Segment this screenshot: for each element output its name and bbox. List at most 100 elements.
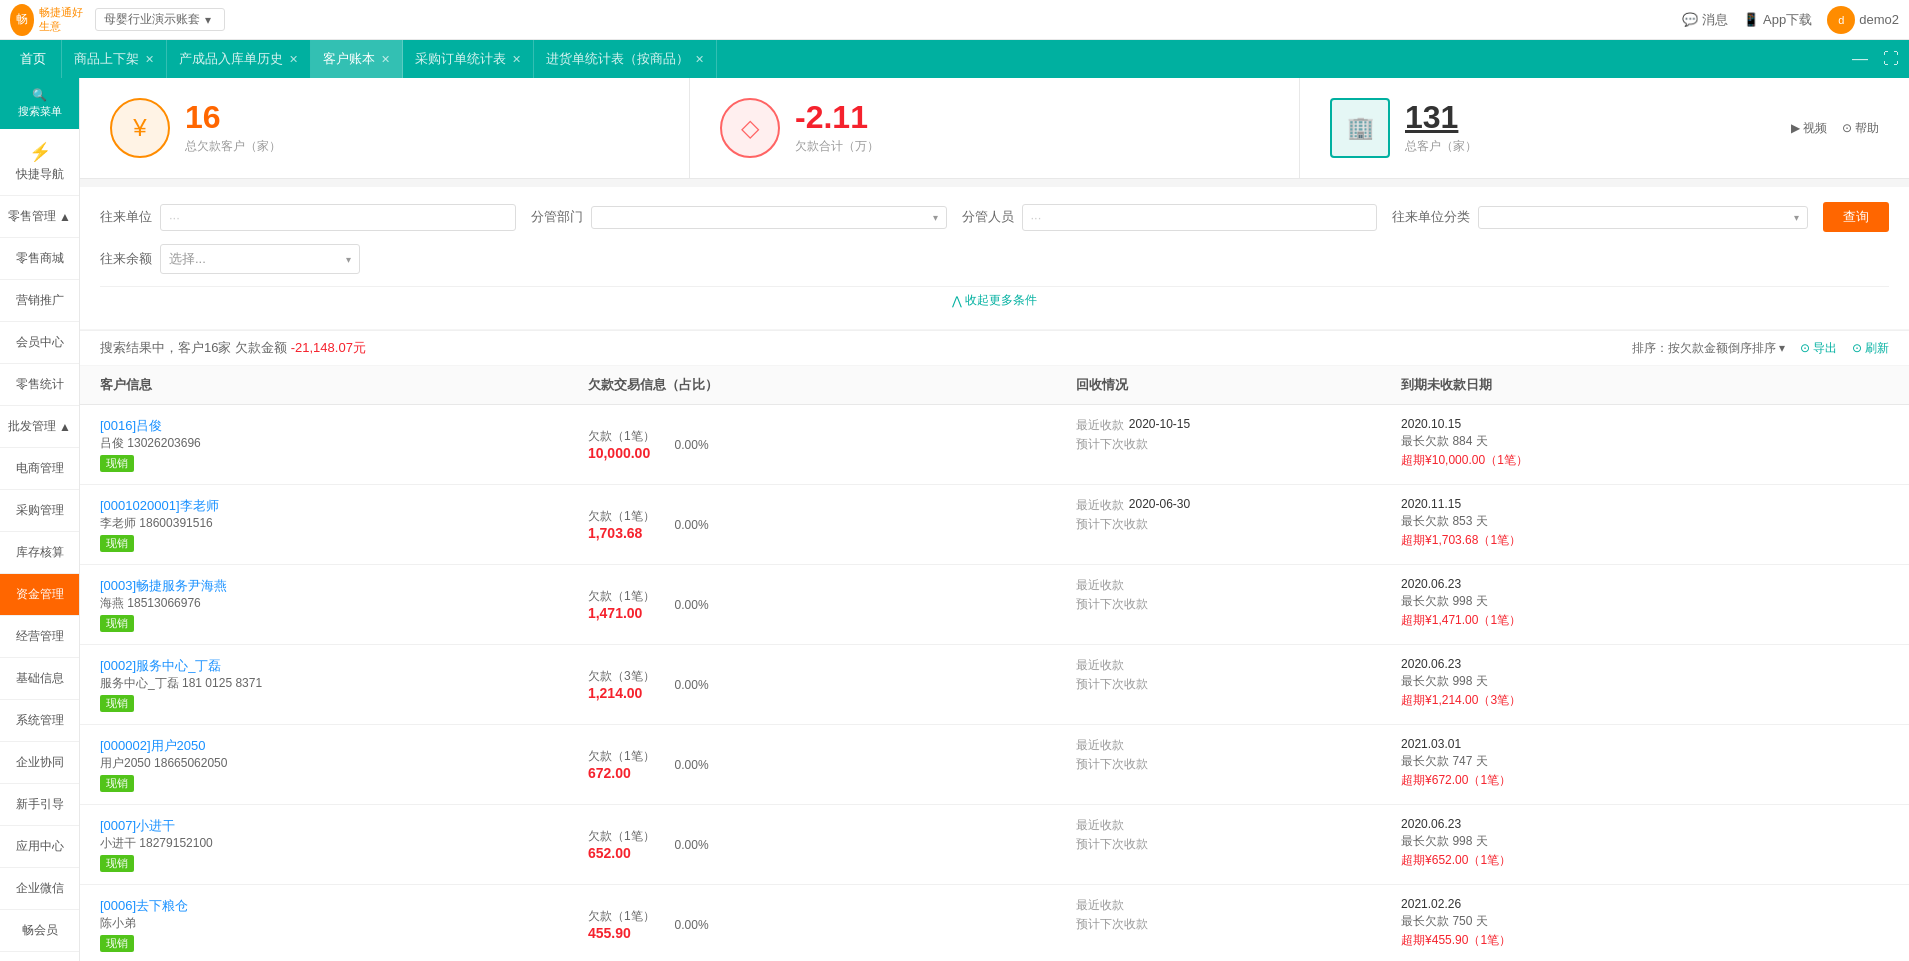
help-icon: ⊙ bbox=[1842, 121, 1852, 135]
sidebar-item-wechat[interactable]: 企业微信 bbox=[0, 868, 79, 910]
sidebar-item-enterprise[interactable]: 企业协同 bbox=[0, 742, 79, 784]
debt-percent-2: 0.00% bbox=[675, 598, 709, 612]
customer-name-0[interactable]: [0016]吕俊 bbox=[100, 417, 588, 435]
overdue-amount-5[interactable]: 超期¥652.00（1笔） bbox=[1401, 852, 1889, 869]
chevron-icon: ▲ bbox=[59, 210, 71, 224]
last-label-4: 最近收款 bbox=[1076, 737, 1124, 754]
customer-name-3[interactable]: [0002]服务中心_丁磊 bbox=[100, 657, 588, 675]
tab-production-close[interactable]: ✕ bbox=[289, 53, 298, 66]
retail-stats-label: 零售统计 bbox=[16, 376, 64, 393]
last-label-5: 最近收款 bbox=[1076, 817, 1124, 834]
customer-phone-2: 海燕 18513066976 bbox=[100, 595, 588, 612]
sidebar-item-purchase[interactable]: 采购管理 bbox=[0, 490, 79, 532]
debt-amount-2: 1,471.00 bbox=[588, 605, 655, 621]
customer-name-6[interactable]: [0006]去下粮仓 bbox=[100, 897, 588, 915]
debt-percent-0: 0.00% bbox=[675, 438, 709, 452]
sidebar-item-marketing[interactable]: 营销推广 bbox=[0, 280, 79, 322]
customer-phone-0: 吕俊 13026203696 bbox=[100, 435, 588, 452]
from-unit-label: 往来单位 bbox=[100, 208, 152, 226]
view-video-btn[interactable]: ▶ 视频 bbox=[1791, 120, 1827, 137]
sidebar-item-basic-info[interactable]: 基础信息 bbox=[0, 658, 79, 700]
sidebar-item-member[interactable]: 会员中心 bbox=[0, 322, 79, 364]
unit-type-label: 往来单位分类 bbox=[1392, 208, 1470, 226]
overdue-amount-1[interactable]: 超期¥1,703.68（1笔） bbox=[1401, 532, 1889, 549]
wechat-label: 企业微信 bbox=[16, 880, 64, 897]
unit-type-chevron: ▾ bbox=[1794, 212, 1799, 223]
sort-select[interactable]: 排序：按欠款金额倒序排序 ▾ bbox=[1632, 340, 1785, 357]
tab-production[interactable]: 产成品入库单历史 ✕ bbox=[167, 40, 311, 78]
export-btn[interactable]: ⊙ 导出 bbox=[1800, 340, 1837, 357]
top-right: 💬 消息 📱 App下载 d demo2 bbox=[1682, 6, 1899, 34]
nav-expand-btn[interactable]: ⛶ bbox=[1878, 48, 1904, 70]
customer-cell-5: [0007]小进干 小进干 18279152100 现销 bbox=[100, 817, 588, 872]
balance-select[interactable]: 选择... ▾ bbox=[160, 244, 360, 274]
tab-purchase-order[interactable]: 采购订单统计表 ✕ bbox=[403, 40, 534, 78]
app-download-btn[interactable]: 📱 App下载 bbox=[1743, 11, 1812, 29]
due-date-5: 2020.06.23 bbox=[1401, 817, 1889, 831]
customer-name-4[interactable]: [000002]用户2050 bbox=[100, 737, 588, 755]
table-row: [0006]去下粮仓 陈小弟 现销 欠款（1笔） 455.90 0.00% 最近… bbox=[80, 885, 1909, 961]
sidebar-item-app-center[interactable]: 应用中心 bbox=[0, 826, 79, 868]
tab-purchase-order-close[interactable]: ✕ bbox=[512, 53, 521, 66]
from-unit-input[interactable]: ··· bbox=[160, 204, 516, 231]
app-center-label: 应用中心 bbox=[16, 838, 64, 855]
tab-inventory-stats-close[interactable]: ✕ bbox=[695, 53, 704, 66]
tab-products[interactable]: 商品上下架 ✕ bbox=[62, 40, 167, 78]
sidebar-item-retail-mall[interactable]: 零售商城 bbox=[0, 238, 79, 280]
search-button[interactable]: 查询 bbox=[1823, 202, 1889, 232]
tab-home[interactable]: 首页 bbox=[5, 40, 62, 78]
overdue-amount-2[interactable]: 超期¥1,471.00（1笔） bbox=[1401, 612, 1889, 629]
finance-label: 资金管理 bbox=[16, 586, 64, 603]
customer-name-2[interactable]: [0003]畅捷服务尹海燕 bbox=[100, 577, 588, 595]
overdue-amount-0[interactable]: 超期¥10,000.00（1笔） bbox=[1401, 452, 1889, 469]
debt-percent-1: 0.00% bbox=[675, 518, 709, 532]
last-label-3: 最近收款 bbox=[1076, 657, 1124, 674]
debt-amount-1: 1,703.68 bbox=[588, 525, 655, 541]
sidebar-item-retail-stats[interactable]: 零售统计 bbox=[0, 364, 79, 406]
last-label-0: 最近收款 bbox=[1076, 417, 1124, 434]
tab-customer-account[interactable]: 客户账本 ✕ bbox=[311, 40, 403, 78]
debt-customers-value: 16 bbox=[185, 101, 281, 133]
sidebar-item-system[interactable]: 系统管理 bbox=[0, 700, 79, 742]
debt-amount-3: 1,214.00 bbox=[588, 685, 655, 701]
sidebar-item-inventory[interactable]: 库存核算 bbox=[0, 532, 79, 574]
sidebar-item-vip[interactable]: 畅会员 bbox=[0, 910, 79, 952]
tab-products-close[interactable]: ✕ bbox=[145, 53, 154, 66]
customer-name-1[interactable]: [0001020001]李老师 bbox=[100, 497, 588, 515]
sidebar-item-quick-nav[interactable]: ⚡ 快捷导航 bbox=[0, 129, 79, 196]
sidebar-item-finance[interactable]: 资金管理 bbox=[0, 574, 79, 616]
unit-type-select[interactable]: ▾ bbox=[1478, 206, 1808, 229]
help-btn[interactable]: ⊙ 帮助 bbox=[1842, 120, 1879, 137]
tab-customer-account-close[interactable]: ✕ bbox=[381, 53, 390, 66]
message-btn[interactable]: 💬 消息 bbox=[1682, 11, 1728, 29]
collapse-btn[interactable]: ⋀ 收起更多条件 bbox=[952, 292, 1037, 309]
sidebar-item-guide[interactable]: 新手引导 bbox=[0, 784, 79, 826]
avatar: d bbox=[1827, 6, 1855, 34]
guide-label: 新手引导 bbox=[16, 796, 64, 813]
enterprise-label: 企业协同 bbox=[16, 754, 64, 771]
manager-input[interactable]: ··· bbox=[1022, 204, 1378, 231]
sidebar-item-retail-mgmt[interactable]: 零售管理 ▲ bbox=[0, 196, 79, 238]
due-date-0: 2020.10.15 bbox=[1401, 417, 1889, 431]
dept-select[interactable]: ▾ bbox=[591, 206, 947, 229]
collapse-icon: ⋀ bbox=[952, 294, 962, 308]
sidebar-item-operations[interactable]: 经营管理 bbox=[0, 616, 79, 658]
quick-nav-icon: ⚡ bbox=[29, 141, 51, 163]
main-content: ¥ 16 总欠款客户（家） ◇ -2.11 欠款合计（万） 🏢 131 总客户（… bbox=[80, 78, 1909, 961]
nav-minimize-btn[interactable]: — bbox=[1847, 48, 1873, 70]
sidebar-item-wholesale[interactable]: 批发管理 ▲ bbox=[0, 406, 79, 448]
customer-name-5[interactable]: [0007]小进干 bbox=[100, 817, 588, 835]
tab-inventory-stats[interactable]: 进货单统计表（按商品） ✕ bbox=[534, 40, 717, 78]
topbar: 畅 畅捷通好生意 母婴行业演示账套 ▾ 💬 消息 📱 App下载 d demo2 bbox=[0, 0, 1909, 40]
overdue-amount-3[interactable]: 超期¥1,214.00（3笔） bbox=[1401, 692, 1889, 709]
stat-total-customers: 🏢 131 总客户（家） ▶ 视频 ⊙ 帮助 bbox=[1300, 78, 1909, 178]
store-selector[interactable]: 母婴行业演示账套 ▾ bbox=[95, 8, 225, 31]
overdue-amount-6[interactable]: 超期¥455.90（1笔） bbox=[1401, 932, 1889, 949]
sidebar-item-ecommerce[interactable]: 电商管理 bbox=[0, 448, 79, 490]
next-collection-3: 预计下次收款 bbox=[1076, 676, 1401, 693]
debt-amount-4: 672.00 bbox=[588, 765, 655, 781]
user-profile[interactable]: d demo2 bbox=[1827, 6, 1899, 34]
refresh-btn[interactable]: ⊙ 刷新 bbox=[1852, 340, 1889, 357]
overdue-amount-4[interactable]: 超期¥672.00（1笔） bbox=[1401, 772, 1889, 789]
search-menu[interactable]: 🔍 搜索菜单 bbox=[0, 78, 79, 129]
